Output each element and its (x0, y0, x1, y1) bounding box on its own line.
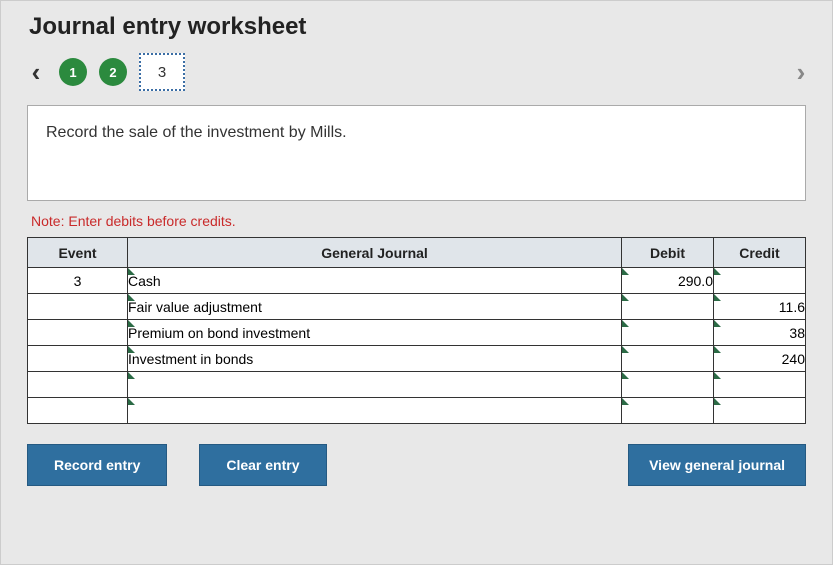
general-journal-cell[interactable] (128, 372, 622, 398)
debit-cell[interactable] (622, 372, 714, 398)
debit-cell[interactable] (622, 398, 714, 424)
table-row: Investment in bonds 240 (28, 346, 806, 372)
table-row (28, 398, 806, 424)
dropdown-indicator-icon (714, 346, 721, 353)
dropdown-indicator-icon (128, 372, 135, 379)
prompt-text: Record the sale of the investment by Mil… (46, 124, 347, 141)
credit-cell[interactable] (714, 398, 806, 424)
debit-cell[interactable] (622, 294, 714, 320)
event-cell[interactable] (28, 320, 128, 346)
credit-cell[interactable]: 11.6 (714, 294, 806, 320)
account-text: Premium on bond investment (128, 325, 310, 341)
clear-entry-button[interactable]: Clear entry (199, 444, 326, 486)
dropdown-indicator-icon (128, 398, 135, 405)
th-event: Event (28, 238, 128, 268)
button-row: Record entry Clear entry View general jo… (27, 444, 806, 486)
dropdown-indicator-icon (622, 320, 629, 327)
account-text: Fair value adjustment (128, 299, 262, 315)
dropdown-indicator-icon (128, 320, 135, 327)
event-cell[interactable] (28, 294, 128, 320)
debit-cell[interactable]: 290.0 (622, 268, 714, 294)
dropdown-indicator-icon (714, 268, 721, 275)
dropdown-indicator-icon (714, 372, 721, 379)
journal-table-wrap: Event General Journal Debit Credit 3Cash… (27, 237, 806, 424)
note-text: Note: Enter debits before credits. (31, 213, 826, 229)
dropdown-indicator-icon (714, 320, 721, 327)
dropdown-indicator-icon (128, 268, 135, 275)
chevron-left-icon[interactable]: ‹ (25, 59, 47, 85)
worksheet-panel: Journal entry worksheet ‹ 1 2 3 › Record… (0, 0, 833, 565)
general-journal-cell[interactable]: Cash (128, 268, 622, 294)
table-row: Premium on bond investment 38 (28, 320, 806, 346)
credit-cell[interactable]: 38 (714, 320, 806, 346)
stepper: ‹ 1 2 3 › (25, 53, 826, 91)
credit-cell[interactable]: 240 (714, 346, 806, 372)
dropdown-indicator-icon (128, 294, 135, 301)
event-cell[interactable] (28, 372, 128, 398)
page-title: Journal entry worksheet (29, 13, 826, 41)
table-row (28, 372, 806, 398)
dropdown-indicator-icon (622, 372, 629, 379)
th-debit: Debit (622, 238, 714, 268)
general-journal-cell[interactable] (128, 398, 622, 424)
general-journal-cell[interactable]: Fair value adjustment (128, 294, 622, 320)
credit-text: 38 (789, 325, 805, 341)
step-2[interactable]: 2 (99, 58, 127, 86)
dropdown-indicator-icon (714, 294, 721, 301)
account-text: Investment in bonds (128, 351, 253, 367)
journal-tbody: 3Cash 290.0 Fair value adjustment 11.6 Premi… (28, 268, 806, 424)
dropdown-indicator-icon (128, 346, 135, 353)
event-cell[interactable] (28, 346, 128, 372)
event-cell[interactable]: 3 (28, 268, 128, 294)
debit-text: 290.0 (678, 273, 713, 289)
table-row: Fair value adjustment 11.6 (28, 294, 806, 320)
prompt-box: Record the sale of the investment by Mil… (27, 105, 806, 201)
general-journal-cell[interactable]: Premium on bond investment (128, 320, 622, 346)
view-general-journal-button[interactable]: View general journal (628, 444, 806, 486)
th-credit: Credit (714, 238, 806, 268)
dropdown-indicator-icon (622, 268, 629, 275)
general-journal-cell[interactable]: Investment in bonds (128, 346, 622, 372)
record-entry-button[interactable]: Record entry (27, 444, 167, 486)
dropdown-indicator-icon (622, 294, 629, 301)
credit-text: 11.6 (779, 299, 805, 315)
step-1[interactable]: 1 (59, 58, 87, 86)
chevron-right-icon[interactable]: › (790, 59, 812, 85)
event-cell[interactable] (28, 398, 128, 424)
debit-cell[interactable] (622, 320, 714, 346)
step-3[interactable]: 3 (139, 53, 185, 91)
dropdown-indicator-icon (622, 346, 629, 353)
credit-text: 240 (782, 351, 805, 367)
table-row: 3Cash 290.0 (28, 268, 806, 294)
th-general-journal: General Journal (128, 238, 622, 268)
dropdown-indicator-icon (714, 398, 721, 405)
credit-cell[interactable] (714, 372, 806, 398)
debit-cell[interactable] (622, 346, 714, 372)
dropdown-indicator-icon (622, 398, 629, 405)
journal-table: Event General Journal Debit Credit 3Cash… (27, 237, 806, 424)
credit-cell[interactable] (714, 268, 806, 294)
